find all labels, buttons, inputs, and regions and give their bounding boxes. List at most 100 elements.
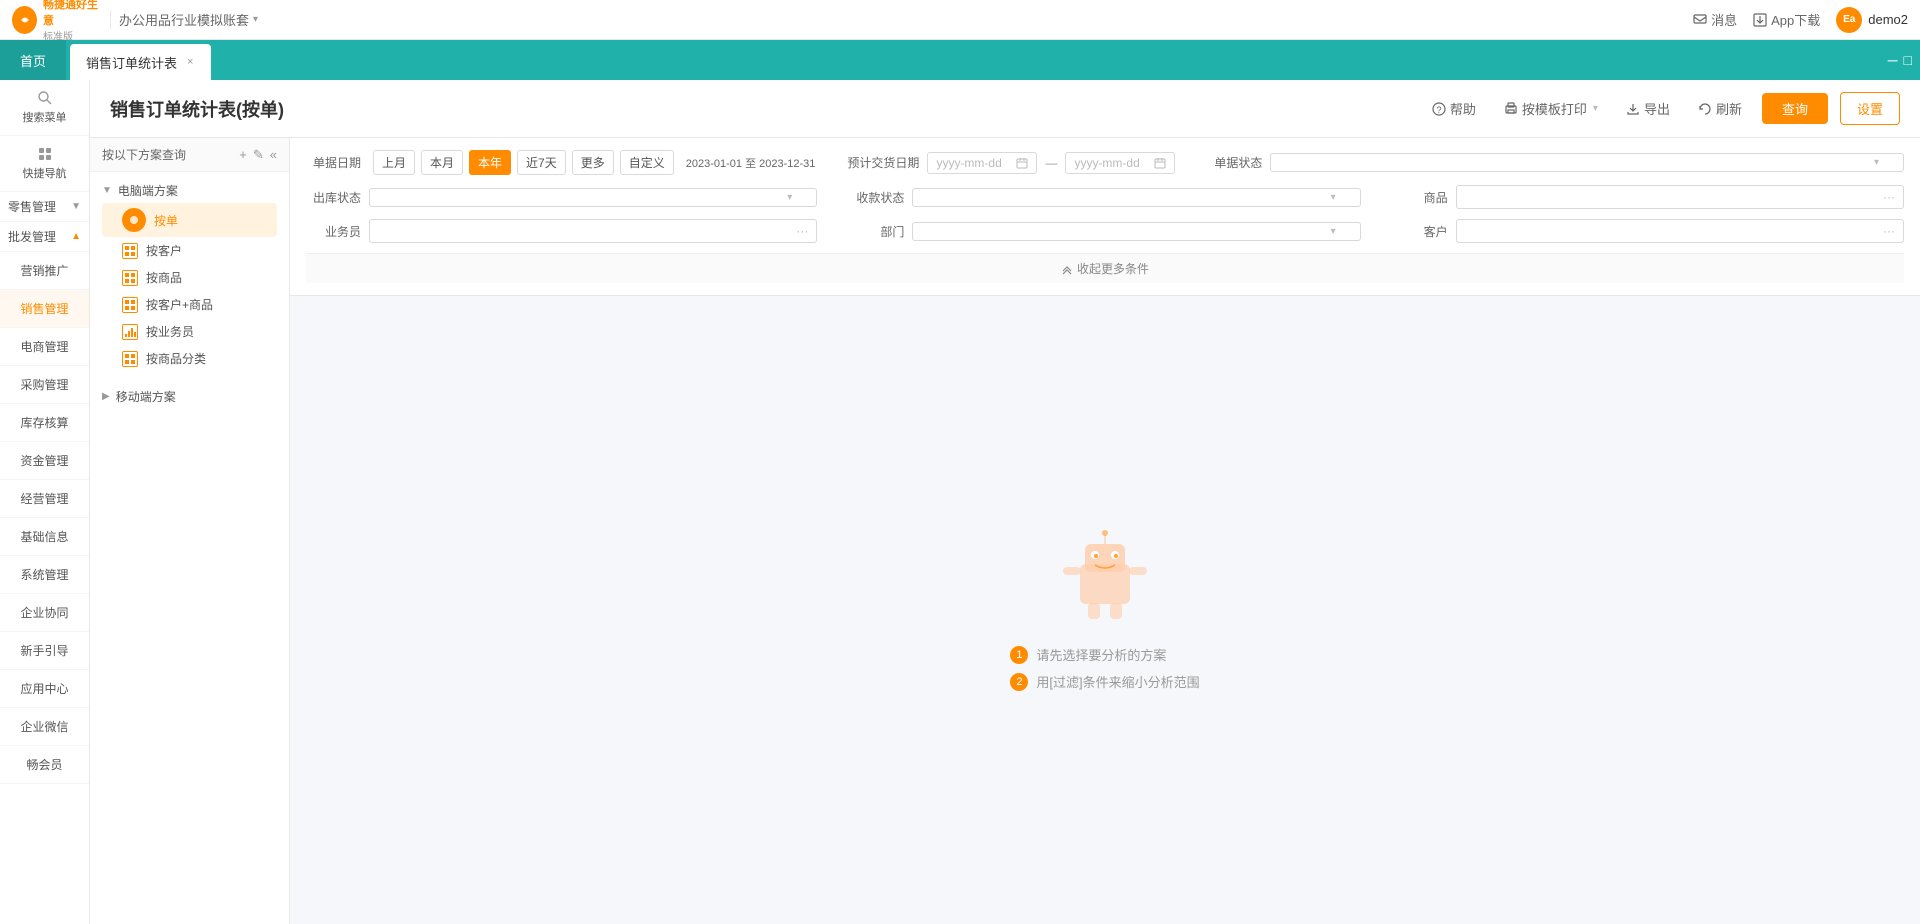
scheme-mobile-group-header[interactable]: ▶ 移动端方案 [102, 384, 277, 409]
date-dash: — [1045, 156, 1057, 170]
sidebar-section-retail[interactable]: 零售管理 ▼ [0, 192, 89, 222]
scheme-item-bygoods[interactable]: 按商品 [102, 264, 277, 291]
sidebar-item-ecommerce[interactable]: 电商管理 [0, 328, 89, 366]
scheme-item-bycustomergoods[interactable]: 按客户+商品 [102, 291, 277, 318]
sidebar-item-system[interactable]: 系统管理 [0, 556, 89, 594]
salesman-field[interactable]: ··· [369, 219, 817, 243]
sidebar-item-member[interactable]: 畅会员 [0, 746, 89, 784]
scheme-add-icon[interactable]: + [239, 147, 247, 163]
print-button[interactable]: 按模板打印 ▾ [1496, 95, 1606, 122]
scheme-active-indicator [122, 208, 146, 232]
more-btn[interactable]: 更多 [572, 150, 614, 175]
search-button[interactable]: 查询 [1762, 93, 1828, 124]
sidebar-item-quicknav[interactable]: 快捷导航 [0, 136, 89, 192]
app-download-button[interactable]: App下载 [1753, 10, 1820, 29]
scheme-header: 按以下方案查询 + ✎ « [90, 138, 289, 172]
collapse-button[interactable]: 收起更多条件 [306, 253, 1904, 283]
doc-status-select[interactable]: ▾ [1270, 153, 1904, 172]
last7days-btn[interactable]: 近7天 [517, 150, 566, 175]
payment-status-arrow: ▾ [1323, 192, 1336, 203]
date-range-text: 2023-01-01 至 2023-12-31 [686, 155, 816, 171]
scheme-item-bygoodscategory[interactable]: 按商品分类 [102, 345, 277, 372]
collapse-label: 收起更多条件 [1077, 260, 1149, 277]
customer-group: 客户 ··· [1393, 219, 1904, 243]
goods-field[interactable]: ··· [1456, 185, 1904, 209]
app-title-area[interactable]: 办公用品行业模拟账套 ▾ [110, 10, 1685, 29]
payment-status-select[interactable]: ▾ [912, 188, 1360, 207]
expected-date-from[interactable]: yyyy-mm-dd [927, 152, 1037, 174]
sidebar-item-newuser[interactable]: 新手引导 [0, 632, 89, 670]
customer-field[interactable]: ··· [1456, 219, 1904, 243]
custom-btn[interactable]: 自定义 [620, 150, 674, 175]
sidebar-item-basics[interactable]: 基础信息 [0, 518, 89, 556]
tab-label: 销售订单统计表 [86, 53, 177, 72]
user-area[interactable]: Ea demo2 [1836, 7, 1908, 33]
scheme-item-byorder[interactable]: 按单 [102, 203, 277, 237]
sidebar-item-purchase[interactable]: 采购管理 [0, 366, 89, 404]
expected-date-group: 预计交货日期 yyyy-mm-dd — yyyy-mm-dd [847, 152, 1175, 174]
empty-illustration [1055, 529, 1155, 629]
print-icon [1504, 102, 1518, 116]
doc-status-label: 单据状态 [1207, 154, 1262, 171]
quicknav-icon [37, 146, 53, 162]
scheme-item-label: 按客户+商品 [146, 296, 213, 313]
empty-state: 1 请先选择要分析的方案 2 用[过滤]条件来缩小分析范围 [1010, 529, 1199, 691]
sidebar-item-appcenter[interactable]: 应用中心 [0, 670, 89, 708]
expected-date-to[interactable]: yyyy-mm-dd [1065, 152, 1175, 174]
sidebar-item-inventory[interactable]: 库存核算 [0, 404, 89, 442]
settings-button[interactable]: 设置 [1840, 92, 1900, 125]
sidebar-item-sales[interactable]: 销售管理 [0, 290, 89, 328]
filter-result-area: 单据日期 上月 本月 本年 近7天 更多 自定义 2023-01-01 至 20… [290, 138, 1920, 924]
message-button[interactable]: 消息 [1693, 10, 1737, 29]
tab-maximize-icon[interactable]: □ [1904, 52, 1912, 68]
tab-bar: 首页 销售订单统计表 × ─ □ [0, 40, 1920, 80]
sidebar-section-wholesale[interactable]: 批发管理 ▲ [0, 222, 89, 252]
page-header: 销售订单统计表(按单) ? 帮助 [90, 80, 1920, 138]
help-icon: ? [1432, 102, 1446, 116]
sidebar-item-operation[interactable]: 经营管理 [0, 480, 89, 518]
scheme-item-label: 按商品分类 [146, 350, 206, 367]
this-month-btn[interactable]: 本月 [421, 150, 463, 175]
customer-label: 客户 [1393, 223, 1448, 240]
sidebar-item-finance[interactable]: 资金管理 [0, 442, 89, 480]
calendar-icon-from [1016, 157, 1028, 169]
tab-home[interactable]: 首页 [0, 40, 66, 80]
sidebar-item-enterprise[interactable]: 企业协同 [0, 594, 89, 632]
sidebar-item-marketing[interactable]: 营销推广 [0, 252, 89, 290]
date-filter-group: 上月 本月 本年 近7天 更多 自定义 [373, 150, 674, 175]
help-button[interactable]: ? 帮助 [1424, 95, 1484, 122]
scheme-edit-icon[interactable]: ✎ [253, 147, 264, 163]
department-group: 部门 ▾ [849, 222, 1360, 241]
scheme-item-icon-customer [122, 243, 138, 259]
prev-month-btn[interactable]: 上月 [373, 150, 415, 175]
main-layout: 搜索菜单 快捷导航 零售管理 ▼ 批发管理 ▲ 营销推广 销售管理 电商管理 [0, 80, 1920, 924]
scheme-mobile-label: 移动端方案 [116, 388, 176, 405]
ship-status-select[interactable]: ▾ [369, 188, 817, 207]
sidebar-item-search[interactable]: 搜索菜单 [0, 80, 89, 136]
tab-sales-order[interactable]: 销售订单统计表 × [70, 44, 211, 80]
tab-close-button[interactable]: × [185, 54, 195, 70]
filter-bar: 单据日期 上月 本月 本年 近7天 更多 自定义 2023-01-01 至 20… [290, 138, 1920, 296]
scheme-item-label: 按商品 [146, 269, 182, 286]
scheme-item-icon-goodscategory [122, 351, 138, 367]
department-select[interactable]: ▾ [912, 222, 1360, 241]
refresh-button[interactable]: 刷新 [1690, 95, 1750, 122]
scheme-item-bycustomer[interactable]: 按客户 [102, 237, 277, 264]
empty-tip-2: 2 用[过滤]条件来缩小分析范围 [1010, 672, 1199, 691]
ship-status-label: 出库状态 [306, 189, 361, 206]
this-year-btn[interactable]: 本年 [469, 150, 511, 175]
scheme-collapse-icon[interactable]: « [270, 147, 277, 163]
scheme-item-icon-goods [122, 270, 138, 286]
scheme-pc-arrow: ▼ [102, 185, 112, 196]
goods-label: 商品 [1393, 189, 1448, 206]
goods-group: 商品 ··· [1393, 185, 1904, 209]
split-layout: 按以下方案查询 + ✎ « ▼ 电脑端方案 [90, 138, 1920, 924]
refresh-icon [1698, 102, 1712, 116]
scheme-pc-group-header[interactable]: ▼ 电脑端方案 [102, 178, 277, 203]
scheme-item-bysalesman[interactable]: 按业务员 [102, 318, 277, 345]
tab-minimize-icon[interactable]: ─ [1888, 52, 1898, 68]
app-title: 办公用品行业模拟账套 [119, 10, 249, 29]
filter-row-1: 单据日期 上月 本月 本年 近7天 更多 自定义 2023-01-01 至 20… [306, 150, 1904, 175]
sidebar-item-wechat[interactable]: 企业微信 [0, 708, 89, 746]
export-button[interactable]: 导出 [1618, 95, 1678, 122]
